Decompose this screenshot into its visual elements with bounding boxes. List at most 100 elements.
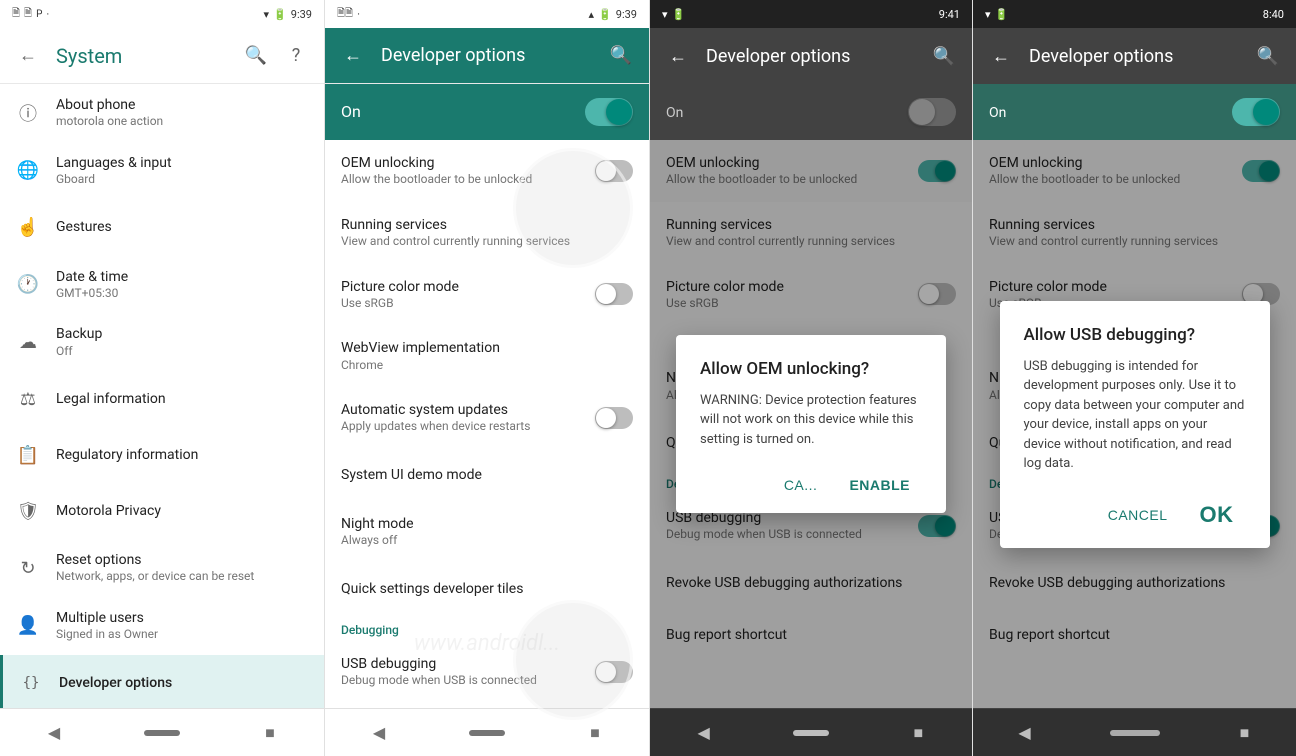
privacy-title: Motorola Privacy xyxy=(56,502,308,520)
bottom-nav-p2: ◀ ■ xyxy=(325,708,649,756)
webview-subtitle: Chrome xyxy=(341,358,633,374)
settings-item-regulatory[interactable]: 📋 Regulatory information xyxy=(0,427,324,483)
picture-toggle[interactable] xyxy=(595,283,633,305)
night-mode-item[interactable]: Night mode Always off xyxy=(325,501,649,563)
settings-item-backup[interactable]: ☁ Backup Off xyxy=(0,313,324,371)
panel-developer-usb-dialog: ▾ 🔋 8:40 ← Developer options 🔍 On OEM un… xyxy=(973,0,1296,756)
settings-item-about[interactable]: ⓘ About phone motorola one action xyxy=(0,84,324,142)
night-text: Night mode Always off xyxy=(341,515,633,549)
main-toggle-p4[interactable] xyxy=(1232,98,1280,126)
recents-nav-p4[interactable]: ■ xyxy=(1227,715,1263,751)
back-button-p2[interactable]: ← xyxy=(341,44,365,68)
datetime-subtitle: GMT+05:30 xyxy=(56,286,308,302)
oem-dialog: Allow OEM unlocking? WARNING: Device pro… xyxy=(676,335,946,514)
recents-nav-p1[interactable]: ■ xyxy=(252,715,288,751)
sysui-text: System UI demo mode xyxy=(341,466,633,484)
app-bar-p2: ← Developer options 🔍 xyxy=(325,28,649,84)
usb-cancel-button[interactable]: Cancel xyxy=(1096,494,1180,536)
back-icon-p3: ← xyxy=(669,46,687,67)
oem-toggle-knob xyxy=(596,161,616,181)
panel-developer-options: 🗎🗎 · ▴ 🔋 9:39 ← Developer options 🔍 On xyxy=(325,0,650,756)
back-button-p1[interactable]: ← xyxy=(16,44,40,68)
app-bar-p4: ← Developer options 🔍 xyxy=(973,28,1296,84)
debugging-label: Debugging xyxy=(325,615,649,641)
help-button-p1[interactable]: ? xyxy=(284,44,308,68)
back-button-p3[interactable]: ← xyxy=(666,44,690,68)
oem-unlocking-item[interactable]: OEM unlocking Allow the bootloader to be… xyxy=(325,140,649,202)
status-right-p4: 8:40 xyxy=(1263,8,1284,21)
webview-title: WebView implementation xyxy=(341,339,633,357)
back-nav-p1[interactable]: ◀ xyxy=(36,715,72,751)
main-toggle[interactable] xyxy=(585,98,633,126)
users-title: Multiple users xyxy=(56,609,308,627)
status-bar-p4: ▾ 🔋 8:40 xyxy=(973,0,1296,28)
oem-enable-button[interactable]: Enable xyxy=(837,469,922,501)
on-row-p3[interactable]: On xyxy=(650,84,972,140)
usb-text: USB debugging Debug mode when USB is con… xyxy=(341,655,587,689)
home-nav-p1[interactable] xyxy=(144,730,180,736)
usb-toggle[interactable] xyxy=(595,661,633,683)
settings-item-language[interactable]: 🌐 Languages & input Gboard xyxy=(0,142,324,200)
main-toggle-knob-p3 xyxy=(909,99,935,125)
running-services-item[interactable]: Running services View and control curren… xyxy=(325,202,649,264)
usb-ok-button[interactable]: OK xyxy=(1188,494,1246,536)
on-row[interactable]: On xyxy=(325,84,649,140)
home-nav-p4[interactable] xyxy=(1110,730,1160,736)
settings-item-gestures[interactable]: ☝ Gestures xyxy=(0,200,324,256)
main-toggle-knob-p4 xyxy=(1253,99,1279,125)
picture-color-item[interactable]: Picture color mode Use sRGB xyxy=(325,264,649,326)
settings-item-legal[interactable]: ⚖ Legal information xyxy=(0,371,324,427)
usb-dialog-body: USB debugging is intended for developmen… xyxy=(1024,357,1246,474)
main-toggle-p3[interactable] xyxy=(908,98,956,126)
back-nav-p2[interactable]: ◀ xyxy=(361,715,397,751)
dot-p2: · xyxy=(357,8,360,21)
on-row-p4[interactable]: On xyxy=(973,84,1296,140)
back-nav-p4[interactable]: ◀ xyxy=(1007,715,1043,751)
back-button-p4[interactable]: ← xyxy=(989,44,1013,68)
status-bar-p3: ▾ 🔋 9:41 xyxy=(650,0,972,28)
backup-icon: ☁ xyxy=(16,330,40,354)
search-button-p1[interactable]: 🔍 xyxy=(244,44,268,68)
night-subtitle: Always off xyxy=(341,533,633,549)
battery-icon-p2: 🔋 xyxy=(598,8,612,21)
home-nav-p3[interactable] xyxy=(793,730,829,736)
notif-icon-p2: 🗎🗎 xyxy=(337,6,353,23)
search-button-p2[interactable]: 🔍 xyxy=(609,44,633,68)
settings-item-developer[interactable]: {} Developer options xyxy=(0,655,324,708)
auto-updates-item[interactable]: Automatic system updates Apply updates w… xyxy=(325,387,649,449)
webview-item[interactable]: WebView implementation Chrome xyxy=(325,325,649,387)
oem-toggle[interactable] xyxy=(595,160,633,182)
recents-nav-p2[interactable]: ■ xyxy=(577,715,613,751)
recents-nav-p3[interactable]: ■ xyxy=(900,715,936,751)
home-nav-p2[interactable] xyxy=(469,730,505,736)
users-text: Multiple users Signed in as Owner xyxy=(56,609,308,643)
quick-text: Quick settings developer tiles xyxy=(341,580,633,598)
back-nav-p3[interactable]: ◀ xyxy=(686,715,722,751)
settings-item-privacy[interactable]: 🛡 Motorola Privacy xyxy=(0,483,324,539)
battery-icon: 🔋 xyxy=(273,8,287,21)
sysui-title: System UI demo mode xyxy=(341,466,633,484)
auto-text: Automatic system updates Apply updates w… xyxy=(341,401,587,435)
usb-title: USB debugging xyxy=(341,655,587,673)
search-button-p4[interactable]: 🔍 xyxy=(1256,44,1280,68)
oem-cancel-button[interactable]: Ca... xyxy=(772,469,830,501)
settings-item-users[interactable]: 👤 Multiple users Signed in as Owner xyxy=(0,597,324,655)
regulatory-icon: 📋 xyxy=(16,443,40,467)
back-icon-p2: ← xyxy=(344,45,362,66)
language-text: Languages & input Gboard xyxy=(56,154,308,188)
dev-list-p4: OEM unlocking Allow the bootloader to be… xyxy=(973,140,1296,708)
status-left-p3: ▾ 🔋 xyxy=(662,8,685,21)
search-button-p3[interactable]: 🔍 xyxy=(932,44,956,68)
developer-text: Developer options xyxy=(59,674,308,692)
legal-icon: ⚖ xyxy=(16,387,40,411)
settings-item-datetime[interactable]: 🕐 Date & time GMT+05:30 xyxy=(0,256,324,314)
sysui-item[interactable]: System UI demo mode xyxy=(325,449,649,501)
auto-toggle[interactable] xyxy=(595,407,633,429)
settings-item-reset[interactable]: ↻ Reset options Network, apps, or device… xyxy=(0,539,324,597)
wifi-icon: ▾ xyxy=(264,8,270,21)
quick-settings-item[interactable]: Quick settings developer tiles xyxy=(325,563,649,615)
usb-debug-item[interactable]: USB debugging Debug mode when USB is con… xyxy=(325,641,649,703)
picture-toggle-knob xyxy=(596,284,616,304)
running-subtitle: View and control currently running servi… xyxy=(341,234,633,250)
time-display: 9:39 xyxy=(291,8,312,21)
